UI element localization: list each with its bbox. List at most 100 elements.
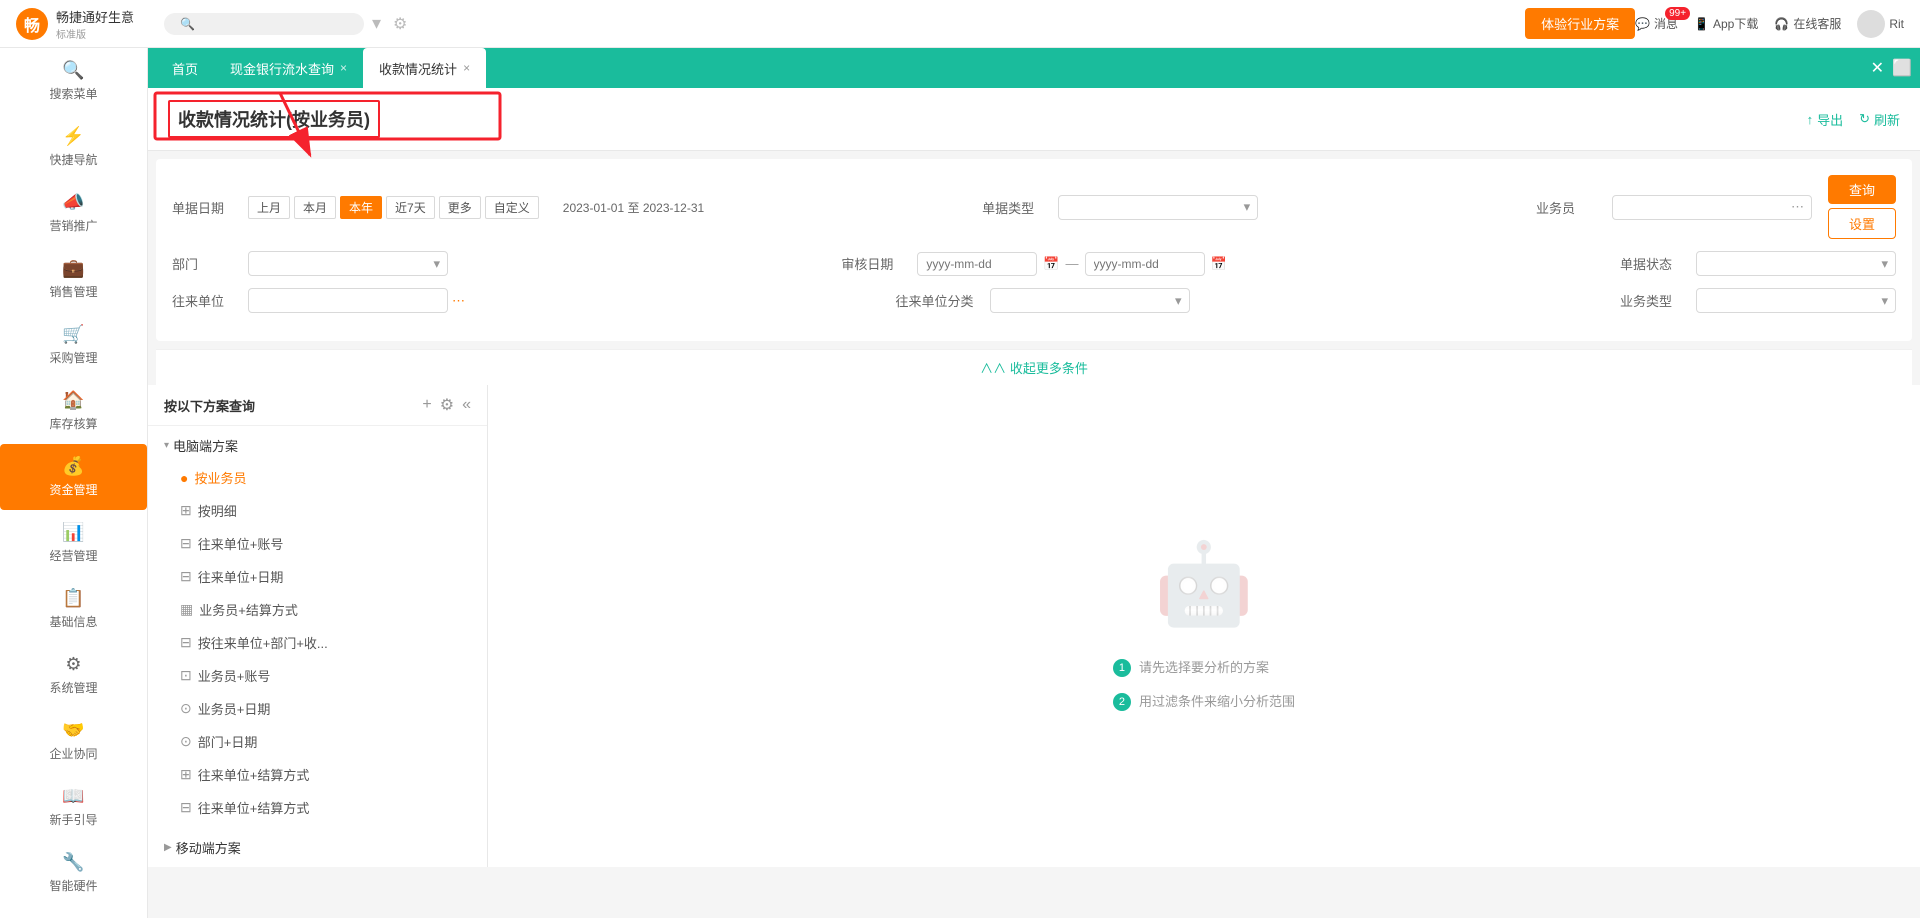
voucher-type-select[interactable] <box>1058 195 1258 220</box>
date-btn-last-month[interactable]: 上月 <box>248 196 290 219</box>
scheme-item-supplier-date[interactable]: ⊟ 往来单位+日期 <box>148 560 487 593</box>
date-btn-custom[interactable]: 自定义 <box>485 196 539 219</box>
scheme-item-sales-date[interactable]: ⊙ 业务员+日期 <box>148 692 487 725</box>
tab-close-all-btn[interactable]: ✕ <box>1871 58 1884 78</box>
supplier-class-wrap: ▾ <box>990 288 1190 313</box>
header-actions: 💬 消息 99+ 📱 App下载 🎧 在线客服 Rit <box>1635 10 1904 38</box>
sidebar-item-system[interactable]: ⚙ 系统管理 <box>0 642 147 708</box>
quicknav-icon: ⚡ <box>62 126 84 147</box>
tab-receipt-close[interactable]: × <box>463 61 470 75</box>
date-btn-this-year[interactable]: 本年 <box>340 196 382 219</box>
app-download-btn[interactable]: 📱 App下载 <box>1694 15 1758 32</box>
audit-date-end[interactable] <box>1085 252 1205 276</box>
nav-dropdown-icon[interactable]: ▾ <box>372 13 381 34</box>
collapse-bar[interactable]: ∧∧ 收起更多条件 <box>156 349 1912 385</box>
scheme-supplier-dept-icon: ⊟ <box>180 634 192 651</box>
dept-select-wrap: ▾ <box>248 251 448 276</box>
panel-settings-btn[interactable]: ⚙ <box>440 395 454 415</box>
date-btn-this-month[interactable]: 本月 <box>294 196 336 219</box>
main-body: 按以下方案查询 + ⚙ « ▾ 电脑端方案 ● <box>148 385 1920 867</box>
group-desktop-label: 电脑端方案 <box>173 436 238 455</box>
export-btn[interactable]: ↑ 导出 <box>1807 110 1844 129</box>
scheme-item-dept-date[interactable]: ⊙ 部门+日期 <box>148 725 487 758</box>
sidebar-item-search[interactable]: 🔍 搜索菜单 <box>0 48 147 114</box>
supplier-input[interactable] <box>248 288 448 313</box>
date-btn-more[interactable]: 更多 <box>439 196 481 219</box>
scheme-supplier-settle2-icon: ⊟ <box>180 799 192 816</box>
sales-icon: 💼 <box>62 258 84 279</box>
audit-date-start[interactable] <box>917 252 1037 276</box>
scheme-item-supplier-settle2[interactable]: ⊟ 往来单位+结算方式 <box>148 791 487 824</box>
sidebar-item-quicknav[interactable]: ⚡ 快捷导航 <box>0 114 147 180</box>
logo-badge: 标准版 <box>56 26 134 41</box>
biz-type-select[interactable] <box>1696 288 1896 313</box>
guide-icon: 📖 <box>62 786 84 807</box>
scheme-group-desktop-header[interactable]: ▾ 电脑端方案 <box>148 430 487 461</box>
sidebar-item-basic[interactable]: 📋 基础信息 <box>0 576 147 642</box>
sidebar-item-operation[interactable]: 📊 经营管理 <box>0 510 147 576</box>
biz-type-wrap: ▾ <box>1696 288 1896 313</box>
page-header-actions: ↑ 导出 ↻ 刷新 <box>1807 110 1900 129</box>
online-service-btn[interactable]: 🎧 在线客服 <box>1774 15 1841 32</box>
scheme-item-supplier-settle1[interactable]: ⊞ 往来单位+结算方式 <box>148 758 487 791</box>
scheme-group-desktop: ▾ 电脑端方案 ● 按业务员 ⊞ 按明细 <box>148 426 487 828</box>
sidebar-label-guide: 新手引导 <box>49 811 97 828</box>
scheme-label-supplier-settle2: 往来单位+结算方式 <box>198 798 310 817</box>
sidebar-item-inventory[interactable]: 🏠 库存核算 <box>0 378 147 444</box>
set-btn[interactable]: 设置 <box>1828 208 1896 239</box>
sidebar-item-collab[interactable]: 🤝 企业协同 <box>0 708 147 774</box>
sidebar-item-wechat[interactable]: 💬 企业微信 <box>0 906 147 918</box>
scheme-item-supplier-dept[interactable]: ⊟ 按往来单位+部门+收... <box>148 626 487 659</box>
step-label-1: 请先选择要分析的方案 <box>1139 655 1269 681</box>
headset-icon: 🎧 <box>1774 17 1789 31</box>
refresh-btn[interactable]: ↻ 刷新 <box>1859 110 1900 129</box>
empty-state-icon: 🤖 <box>1154 537 1254 631</box>
scheme-active-icon: ● <box>180 470 188 486</box>
dept-select[interactable] <box>248 251 448 276</box>
panel-add-btn[interactable]: + <box>422 396 431 414</box>
supplier-more-btn[interactable]: ⋯ <box>452 293 465 309</box>
filter-section: 单据日期 上月 本月 本年 近7天 更多 自定义 2023-01-01 至 20… <box>156 159 1912 341</box>
cal-start-icon[interactable]: 📅 <box>1043 256 1059 272</box>
tab-receipt[interactable]: 收款情况统计 × <box>363 48 486 88</box>
message-btn[interactable]: 💬 消息 99+ <box>1635 15 1678 32</box>
tab-bank-close[interactable]: × <box>340 61 347 75</box>
scheme-item-salesperson[interactable]: ● 按业务员 <box>148 461 487 494</box>
scheme-label-sales-date: 业务员+日期 <box>198 699 271 718</box>
header-search[interactable]: 🔍 <box>164 13 364 35</box>
supplier-class-select[interactable] <box>990 288 1190 313</box>
date-btn-7days[interactable]: 近7天 <box>386 196 435 219</box>
nav-settings-icon[interactable]: ⚙ <box>393 14 407 34</box>
sidebar-item-purchase[interactable]: 🛒 采购管理 <box>0 312 147 378</box>
sidebar-label-purchase: 采购管理 <box>49 349 97 366</box>
dept-label: 部门 <box>172 254 232 273</box>
cal-end-icon[interactable]: 📅 <box>1211 256 1227 272</box>
tab-expand-btn[interactable]: ⬜ <box>1892 58 1912 78</box>
sidebar-item-sales[interactable]: 💼 销售管理 <box>0 246 147 312</box>
sidebar-label-hardware: 智能硬件 <box>49 877 97 894</box>
scheme-item-sales-account[interactable]: ⊡ 业务员+账号 <box>148 659 487 692</box>
salesperson-select[interactable] <box>1612 195 1812 220</box>
search-icon: 🔍 <box>62 60 84 81</box>
scheme-group-mobile-header[interactable]: ▶ 移动端方案 <box>148 832 487 863</box>
salesperson-label: 业务员 <box>1536 198 1596 217</box>
scheme-item-detail[interactable]: ⊞ 按明细 <box>148 494 487 527</box>
tab-bank[interactable]: 现金银行流水查询 × <box>214 48 363 88</box>
sidebar-item-hardware[interactable]: 🔧 智能硬件 <box>0 840 147 906</box>
voucher-status-select[interactable] <box>1696 251 1896 276</box>
filter-row-date: 单据日期 上月 本月 本年 近7天 更多 自定义 2023-01-01 至 20… <box>172 175 1896 239</box>
scheme-supplier-date-icon: ⊟ <box>180 568 192 585</box>
sidebar: 🔍 搜索菜单 ⚡ 快捷导航 📣 营销推广 💼 销售管理 🛒 采购管理 🏠 <box>0 48 148 918</box>
trial-btn[interactable]: 体验行业方案 <box>1525 8 1635 39</box>
query-btn[interactable]: 查询 <box>1828 175 1896 204</box>
panel-collapse-btn[interactable]: « <box>462 396 471 414</box>
sidebar-item-marketing[interactable]: 📣 营销推广 <box>0 180 147 246</box>
sidebar-item-guide[interactable]: 📖 新手引导 <box>0 774 147 840</box>
tab-home[interactable]: 首页 <box>156 48 214 88</box>
sidebar-item-finance[interactable]: 💰 资金管理 <box>0 444 147 510</box>
user-area[interactable]: Rit <box>1857 10 1904 38</box>
scheme-item-supplier-account[interactable]: ⊟ 往来单位+账号 <box>148 527 487 560</box>
sidebar-label-marketing: 营销推广 <box>49 217 97 234</box>
scheme-item-sales-settle[interactable]: ▦ 业务员+结算方式 <box>148 593 487 626</box>
scheme-sales-account-icon: ⊡ <box>180 667 192 684</box>
